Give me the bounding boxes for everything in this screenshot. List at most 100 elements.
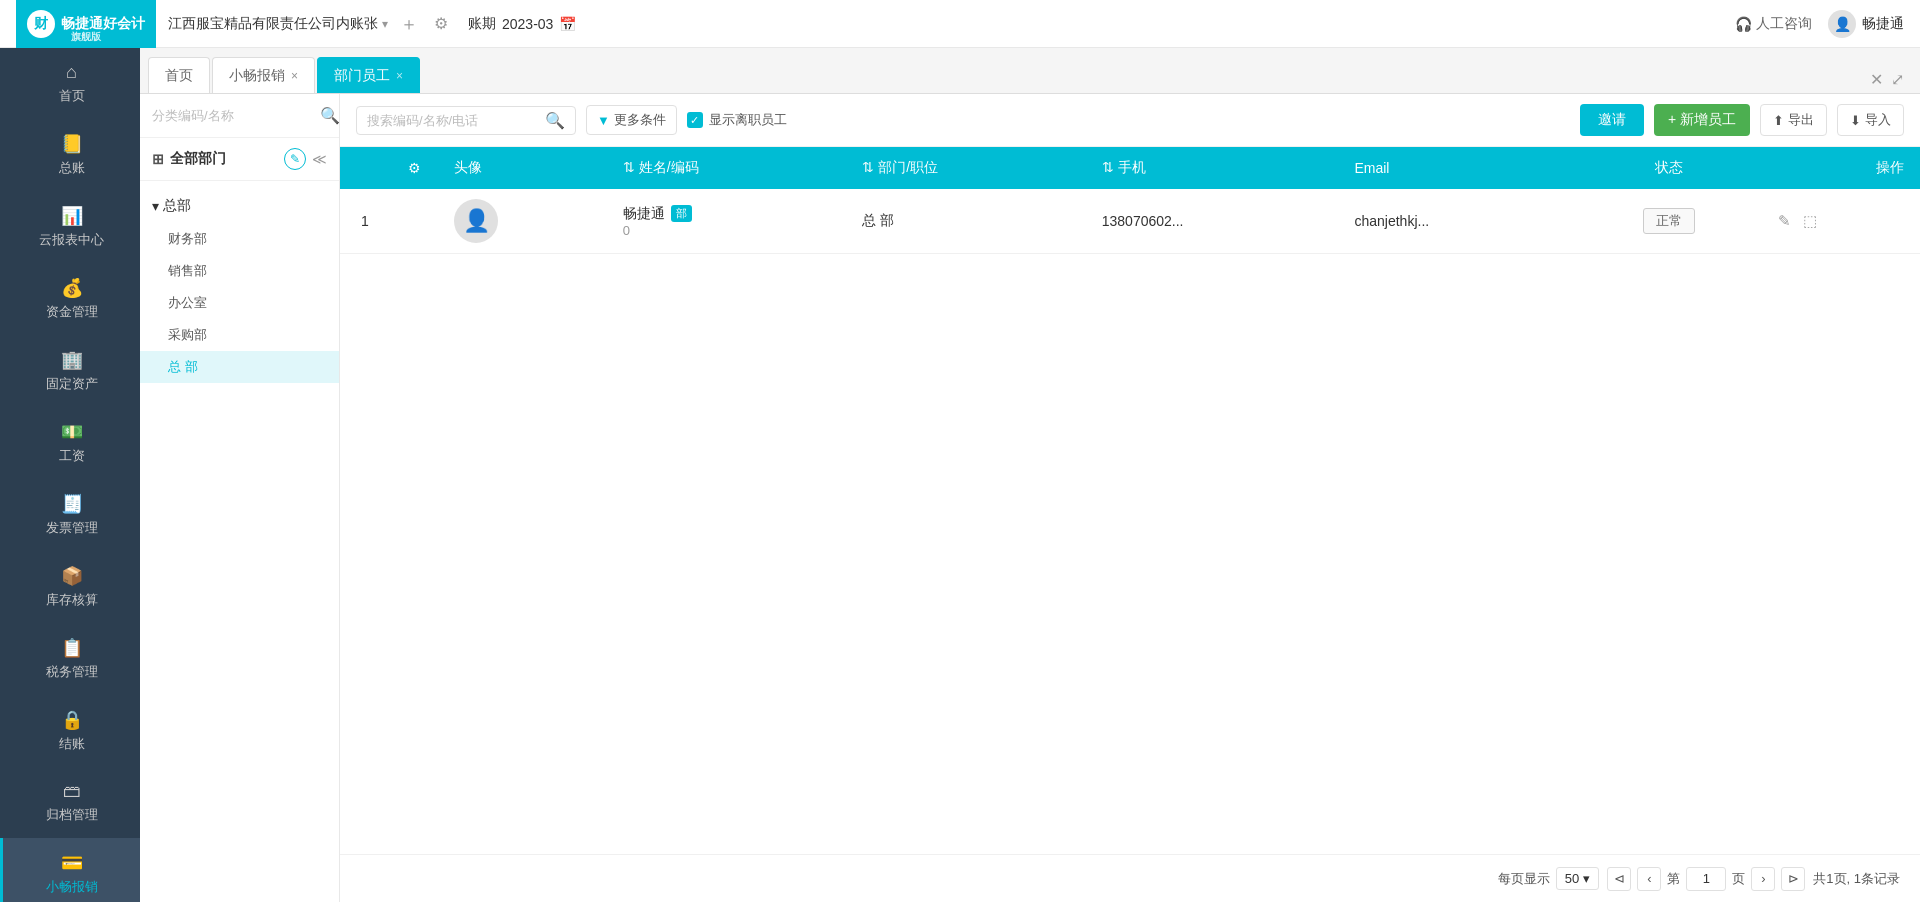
person-icon: 👤: [463, 208, 490, 234]
period-value[interactable]: 2023-03: [502, 16, 553, 32]
sidebar-item-archive[interactable]: 🗃 归档管理: [0, 767, 140, 838]
col-phone[interactable]: ⇅ 手机: [1086, 147, 1339, 189]
col-action-text: 操作: [1876, 159, 1904, 175]
content-area: 首页 小畅报销 × 部门员工 × ✕ ⤢ 🔍: [140, 48, 1920, 902]
sidebar-item-tax[interactable]: 📋 税务管理: [0, 623, 140, 695]
topbar-main: 江西服宝精品有限责任公司内账张 ▾ ＋ ⚙ 账期 2023-03 📅: [156, 12, 1735, 36]
dept-child-purchase[interactable]: 采购部: [140, 319, 339, 351]
tab-dept-employee-close[interactable]: ×: [396, 69, 403, 83]
export-icon: ⬆: [1773, 113, 1784, 128]
sidebar-item-close[interactable]: 🔒 结账: [0, 695, 140, 767]
col-dept[interactable]: ⇅ 部门/职位: [846, 147, 1085, 189]
cell-phone: 138070602...: [1086, 189, 1339, 254]
sidebar-item-invoice[interactable]: 🧾 发票管理: [0, 479, 140, 551]
col-email: Email: [1338, 147, 1575, 189]
table-header-row: ⚙ 头像 ⇅ 姓名/编码 ⇅ 部门/职位: [340, 147, 1920, 189]
tax-icon: 📋: [61, 637, 83, 659]
page-suffix: 页: [1732, 870, 1745, 888]
sidebar-item-funds[interactable]: 💰 资金管理: [0, 263, 140, 335]
cell-seq: 1: [340, 189, 390, 254]
tab-dept-employee[interactable]: 部门员工 ×: [317, 57, 420, 93]
col-name[interactable]: ⇅ 姓名/编码: [607, 147, 846, 189]
tab-home[interactable]: 首页: [148, 57, 210, 93]
employee-toolbar: 🔍 ▼ 更多条件 ✓ 显示离职员工 邀请 + 新增员工 ⬆: [340, 94, 1920, 147]
tab-expense-close[interactable]: ×: [291, 69, 298, 83]
sidebar-item-assets[interactable]: 🏢 固定资产: [0, 335, 140, 407]
dept-general-label: 总 部: [168, 359, 198, 374]
human-service-button[interactable]: 🎧 人工咨询: [1735, 15, 1812, 33]
col-email-text: Email: [1354, 160, 1389, 176]
expense-icon: 💳: [61, 852, 83, 874]
company-selector[interactable]: 江西服宝精品有限责任公司内账张 ▾: [168, 15, 388, 33]
sidebar-item-reports[interactable]: 📊 云报表中心: [0, 191, 140, 263]
tab-expense[interactable]: 小畅报销 ×: [212, 57, 315, 93]
col-avatar-label: 头像: [454, 159, 482, 175]
per-page: 每页显示 50 ▾: [1498, 867, 1599, 890]
dept-tree: ▾ 总部 财务部 销售部 办公室 采购部: [140, 181, 339, 391]
sidebar-item-inventory[interactable]: 📦 库存核算: [0, 551, 140, 623]
dept-collapse-button[interactable]: ≪: [312, 151, 327, 167]
employee-code: 0: [623, 223, 830, 238]
export-button[interactable]: ⬆ 导出: [1760, 104, 1827, 136]
filter-label: 更多条件: [614, 111, 666, 129]
add-tab-button[interactable]: ＋: [400, 12, 418, 36]
period-label: 账期: [468, 15, 496, 33]
edit-icon[interactable]: ✎: [1778, 212, 1791, 230]
close-accounts-icon: 🔒: [61, 709, 83, 731]
chevron-down-icon: ▾: [382, 17, 388, 31]
cell-dept: 总 部: [846, 189, 1085, 254]
per-page-select[interactable]: 50 ▾: [1556, 867, 1599, 890]
toolbar-right: 邀请 + 新增员工 ⬆ 导出 ⬇ 导入: [1580, 104, 1904, 136]
col-settings[interactable]: ⚙: [390, 147, 438, 189]
filter-button[interactable]: ▼ 更多条件: [586, 105, 677, 135]
maximize-button[interactable]: ⤢: [1891, 70, 1904, 89]
dept-search: 🔍: [140, 94, 339, 138]
employee-search-input[interactable]: [367, 113, 539, 128]
close-window-button[interactable]: ✕: [1870, 70, 1883, 89]
reports-icon: 📊: [61, 205, 83, 227]
logout-icon[interactable]: ⬚: [1803, 212, 1817, 230]
calendar-icon[interactable]: 📅: [559, 16, 576, 32]
tab-actions: ✕ ⤢: [1870, 70, 1920, 93]
first-page-button[interactable]: ⊲: [1607, 867, 1631, 891]
col-phone-label: ⇅: [1102, 159, 1118, 175]
all-dept[interactable]: ⊞ 全部部门: [152, 150, 226, 168]
add-employee-button[interactable]: + 新增员工: [1654, 104, 1750, 136]
import-button[interactable]: ⬇ 导入: [1837, 104, 1904, 136]
dept-child-office[interactable]: 办公室: [140, 287, 339, 319]
cell-email: chanjethkj...: [1338, 189, 1575, 254]
show-resigned-checkbox[interactable]: ✓: [687, 112, 703, 128]
dept-child-sales[interactable]: 销售部: [140, 255, 339, 287]
prev-page-button[interactable]: ‹: [1637, 867, 1661, 891]
dept-child-general[interactable]: 总 部: [140, 351, 339, 383]
dept-search-input[interactable]: [152, 108, 320, 123]
all-dept-label: 全部部门: [170, 150, 226, 168]
show-resigned: ✓ 显示离职员工: [687, 111, 787, 129]
dept-edit-button[interactable]: ✎: [284, 148, 306, 170]
col-action: 操作: [1762, 147, 1920, 189]
sidebar-item-ledger[interactable]: 📒 总账: [0, 119, 140, 191]
next-page-button[interactable]: ›: [1751, 867, 1775, 891]
ledger-icon: 📒: [61, 133, 83, 155]
user-info[interactable]: 👤 畅捷通: [1828, 10, 1904, 38]
page-input[interactable]: [1686, 867, 1726, 891]
col-name-text: 姓名/编码: [639, 159, 699, 175]
sidebar-label-expense: 小畅报销: [46, 878, 98, 896]
export-label: 导出: [1788, 111, 1814, 129]
last-page-button[interactable]: ⊳: [1781, 867, 1805, 891]
table-row: 1 👤 畅捷通 部: [340, 189, 1920, 254]
invoice-icon: 🧾: [61, 493, 83, 515]
sidebar-item-salary[interactable]: 💵 工资: [0, 407, 140, 479]
sidebar-item-expense[interactable]: 💳 小畅报销: [0, 838, 140, 902]
dept-search-icon[interactable]: 🔍: [320, 106, 340, 125]
avatar: 👤: [1828, 10, 1856, 38]
sidebar-item-home[interactable]: ⌂ 首页: [0, 48, 140, 119]
dept-child-finance[interactable]: 财务部: [140, 223, 339, 255]
sidebar-label-reports: 云报表中心: [39, 231, 104, 249]
employee-search-icon[interactable]: 🔍: [545, 111, 565, 130]
dept-section-head[interactable]: ▾ 总部: [140, 189, 339, 223]
dept-purchase-label: 采购部: [168, 327, 207, 342]
headset-icon: 🎧: [1735, 16, 1752, 32]
settings-icon[interactable]: ⚙: [434, 14, 448, 33]
invite-button[interactable]: 邀请: [1580, 104, 1644, 136]
